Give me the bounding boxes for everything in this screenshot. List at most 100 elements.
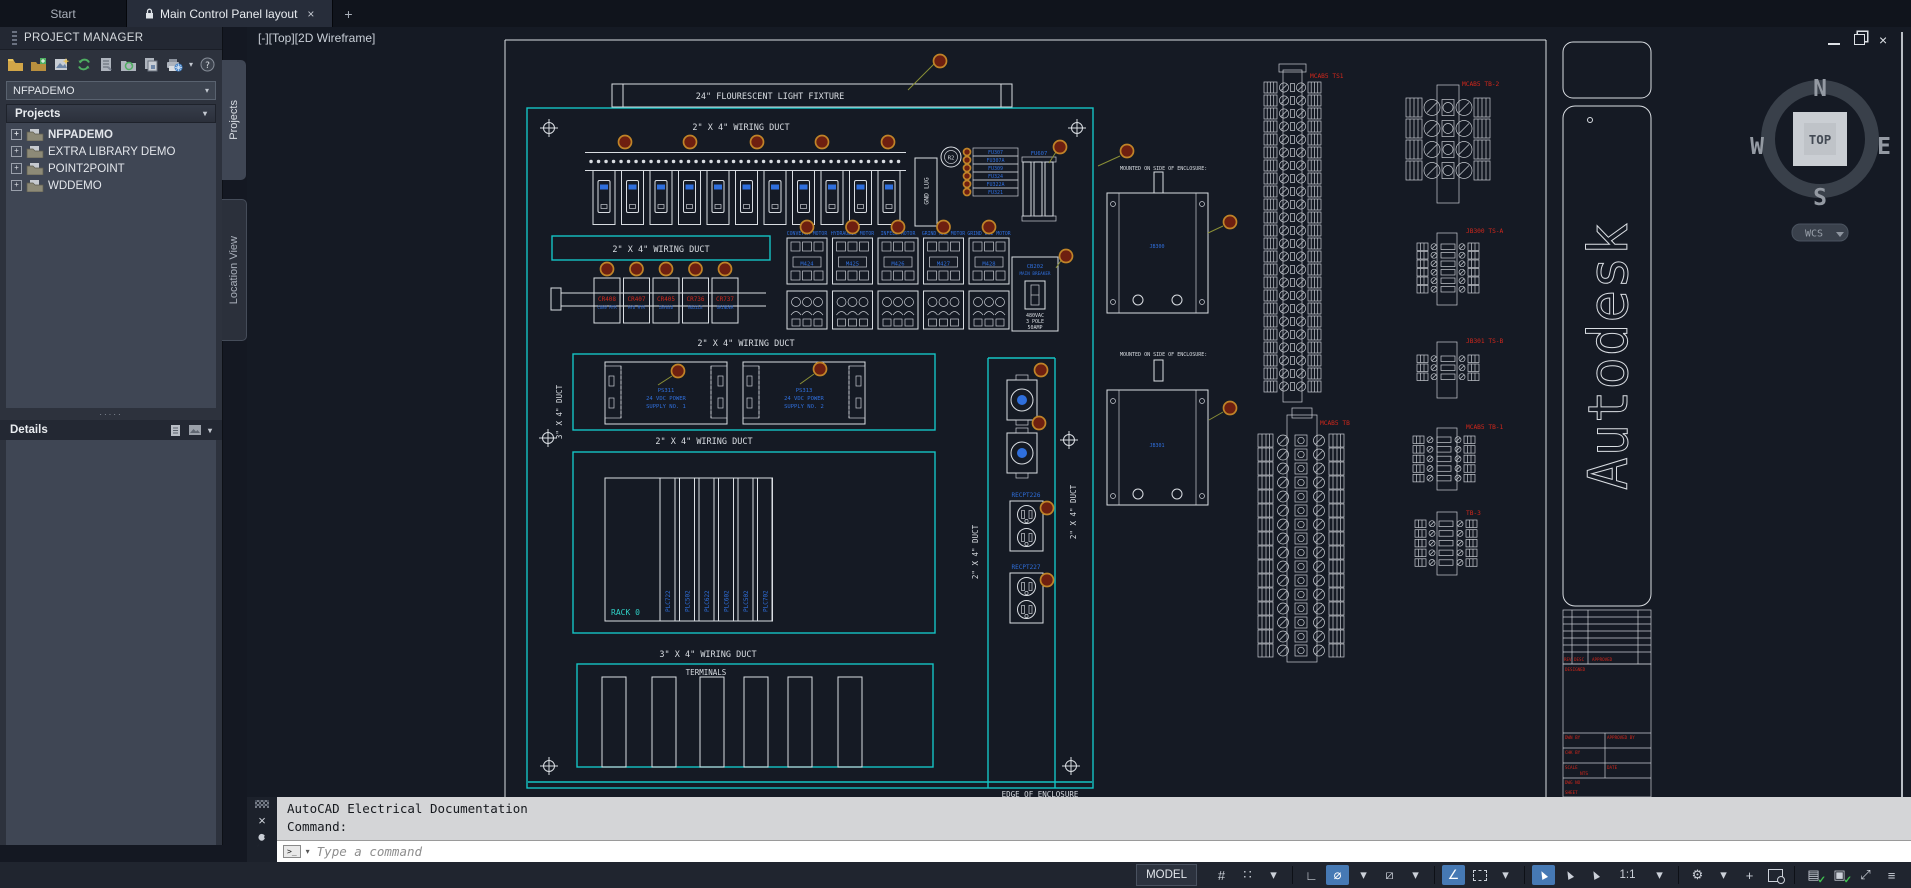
expand-icon[interactable]: + — [11, 129, 22, 140]
side-tab-projects[interactable]: Projects — [222, 60, 246, 180]
crosshair-button[interactable]: + — [1738, 865, 1761, 885]
iso-chevron-icon[interactable]: ▾ — [1404, 865, 1427, 885]
toolbar-more-chevron-icon[interactable]: ▾ — [189, 60, 193, 69]
close-icon[interactable]: × — [1879, 33, 1887, 47]
gnd-lug: GND LUG — [914, 157, 938, 227]
dyninput-chevron-icon[interactable]: ▾ — [1494, 865, 1517, 885]
refresh-icon[interactable] — [76, 56, 92, 73]
svg-text:FU309: FU309 — [988, 166, 1003, 172]
annotation-monitor-button[interactable]: ▤ ✓ — [1802, 865, 1826, 886]
svg-text:DESIGNED: DESIGNED — [1565, 667, 1586, 672]
object-snap-tracking-button[interactable]: ∠ — [1442, 865, 1465, 885]
refresh-folder-icon[interactable] — [120, 56, 137, 73]
snap-chevron-icon[interactable]: ▾ — [1262, 865, 1285, 885]
open-project-icon[interactable] — [7, 56, 24, 73]
autodesk-logo: Autodesk — [1577, 222, 1640, 490]
workspace-switching-button[interactable]: ▣ ✓ — [1828, 865, 1852, 886]
osnap-midpoint-button[interactable]: ▲ — [1558, 865, 1581, 885]
details-preview-icon[interactable] — [188, 424, 202, 436]
terminal-strip-tb3: TB-3 — [1414, 510, 1481, 576]
svg-text:TERMINALS: TERMINALS — [686, 668, 727, 677]
tab-start[interactable]: Start — [0, 0, 127, 27]
lock-icon — [146, 8, 153, 19]
new-drawing-icon[interactable] — [53, 56, 70, 73]
new-project-icon[interactable] — [30, 56, 47, 73]
relay-row: CR408 CR407 CR405 CR736 CR737 CONV MTR H… — [550, 277, 766, 324]
duct-label-vert-left: 3" X 4" DUCT — [555, 384, 564, 439]
command-history[interactable]: AutoCAD Electrical Documentation Command… — [277, 797, 1911, 842]
tab-main-control-panel[interactable]: Main Control Panel layout × — [127, 0, 334, 27]
new-tab-button[interactable]: + — [333, 0, 363, 27]
terminal-strip-tb2: MCAB5 TB-2 — [1405, 81, 1500, 204]
viewport-controls[interactable]: [-][Top][2D Wireframe] — [258, 31, 375, 45]
customize-wrench-icon[interactable] — [255, 833, 270, 848]
svg-text:PLC622: PLC622 — [704, 590, 711, 612]
command-grip[interactable] — [255, 800, 269, 808]
osnap-endpoint-button[interactable]: ▲ — [1584, 865, 1607, 885]
ortho-mode-button[interactable]: ∟ — [1300, 865, 1323, 885]
drawing-canvas[interactable]: Autodesk REV DESC APPROVED DESIGNED DWN … — [247, 27, 1911, 862]
grid-display-button[interactable]: # — [1210, 865, 1233, 885]
svg-text:HYD MTR: HYD MTR — [628, 305, 645, 310]
svg-text:SUPPLY NO. 2: SUPPLY NO. 2 — [784, 404, 824, 410]
task-list-icon[interactable] — [98, 56, 114, 73]
polar-chevron-icon[interactable]: ▾ — [1352, 865, 1375, 885]
tree-item-point2point[interactable]: + POINT2POINT — [6, 160, 216, 177]
palette-grip[interactable] — [12, 31, 17, 45]
details-collapse-chevron-icon[interactable]: ▾ — [208, 426, 212, 435]
check-icon: ✓ — [1817, 875, 1826, 886]
projects-collapse-chevron-icon[interactable]: ▾ — [203, 109, 207, 118]
svg-text:CONV MTR: CONV MTR — [597, 305, 617, 310]
viewcube-south: S — [1813, 185, 1827, 211]
details-section-header[interactable]: Details ▾ — [0, 420, 222, 440]
side-tab-location-view[interactable]: Location View — [222, 199, 247, 341]
command-input-row: >_ ▾ — [277, 841, 1911, 862]
relay-socket-r2: R2 — [940, 146, 962, 168]
svg-text:FU324: FU324 — [988, 174, 1003, 180]
settings-gear-icon[interactable]: ⚙ — [1686, 865, 1709, 885]
snap-mode-button[interactable]: ∷ — [1236, 865, 1259, 885]
details-doc-icon[interactable] — [169, 424, 182, 437]
dynamic-input-button[interactable] — [1468, 865, 1491, 885]
annotation-scale-button[interactable]: 1:1 — [1610, 865, 1645, 885]
command-prompt-icon[interactable]: >_ — [283, 845, 301, 859]
tree-item-wddemo[interactable]: + WDDEMO — [6, 177, 216, 194]
recent-commands-chevron-icon[interactable]: ▾ — [306, 847, 310, 856]
scale-chevron-icon[interactable]: ▾ — [1648, 865, 1671, 885]
tree-item-nfpademo[interactable]: + NFPADEMO — [6, 126, 216, 143]
osnap-button[interactable]: ▲ — [1532, 865, 1555, 885]
command-close-icon[interactable]: × — [258, 813, 266, 828]
palette-title-bar[interactable]: PROJECT MANAGER — [0, 27, 222, 50]
selection-cycling-icon — [1768, 868, 1785, 884]
check-icon: ✓ — [1843, 875, 1852, 886]
expand-icon[interactable]: + — [11, 163, 22, 174]
svg-text:APPROVED: APPROVED — [1592, 657, 1613, 662]
gear-chevron-icon[interactable]: ▾ — [1712, 865, 1735, 885]
polar-tracking-button[interactable]: ⌀ — [1326, 865, 1349, 885]
command-input[interactable] — [314, 843, 1911, 861]
title-block-fields: DESIGNED DWN BY APPROVED BY CHK BY SCALE… — [1562, 663, 1652, 798]
terminal-strip-tb: MCAB5 TB — [1257, 407, 1350, 663]
plot-icon[interactable] — [165, 56, 183, 73]
customization-menu-icon[interactable]: ≡ — [1880, 865, 1903, 885]
clean-screen-button[interactable]: ⤢ — [1854, 865, 1877, 885]
expand-icon[interactable]: + — [11, 146, 22, 157]
tree-item-extra-library-demo[interactable]: + EXTRA LIBRARY DEMO — [6, 143, 216, 160]
tab-close-icon[interactable]: × — [307, 7, 314, 21]
palette-splitter[interactable]: ····· — [0, 408, 222, 420]
minimize-icon[interactable] — [1828, 42, 1840, 45]
svg-text:RECPT227: RECPT227 — [1012, 564, 1041, 571]
model-space-button[interactable]: MODEL — [1136, 864, 1197, 886]
projects-section-header[interactable]: Projects ▾ — [6, 104, 216, 123]
selection-cycling-button[interactable] — [1764, 865, 1787, 885]
isometric-drafting-button[interactable]: ⧄ — [1378, 865, 1401, 885]
help-icon[interactable]: ? — [199, 56, 215, 73]
svg-text:MCAB5 TS1: MCAB5 TS1 — [1310, 73, 1344, 80]
expand-icon[interactable]: + — [11, 180, 22, 191]
restore-icon[interactable] — [1854, 34, 1865, 45]
duct-label-vert-r2: 2" X 4" DUCT — [1069, 484, 1078, 539]
svg-text:DWG NO: DWG NO — [1565, 780, 1581, 785]
publish-sheets-icon[interactable] — [143, 56, 159, 73]
active-project-dropdown[interactable]: NFPADEMO ▾ — [6, 81, 216, 100]
viewcube[interactable]: N S W E TOP WCS — [1750, 76, 1891, 242]
